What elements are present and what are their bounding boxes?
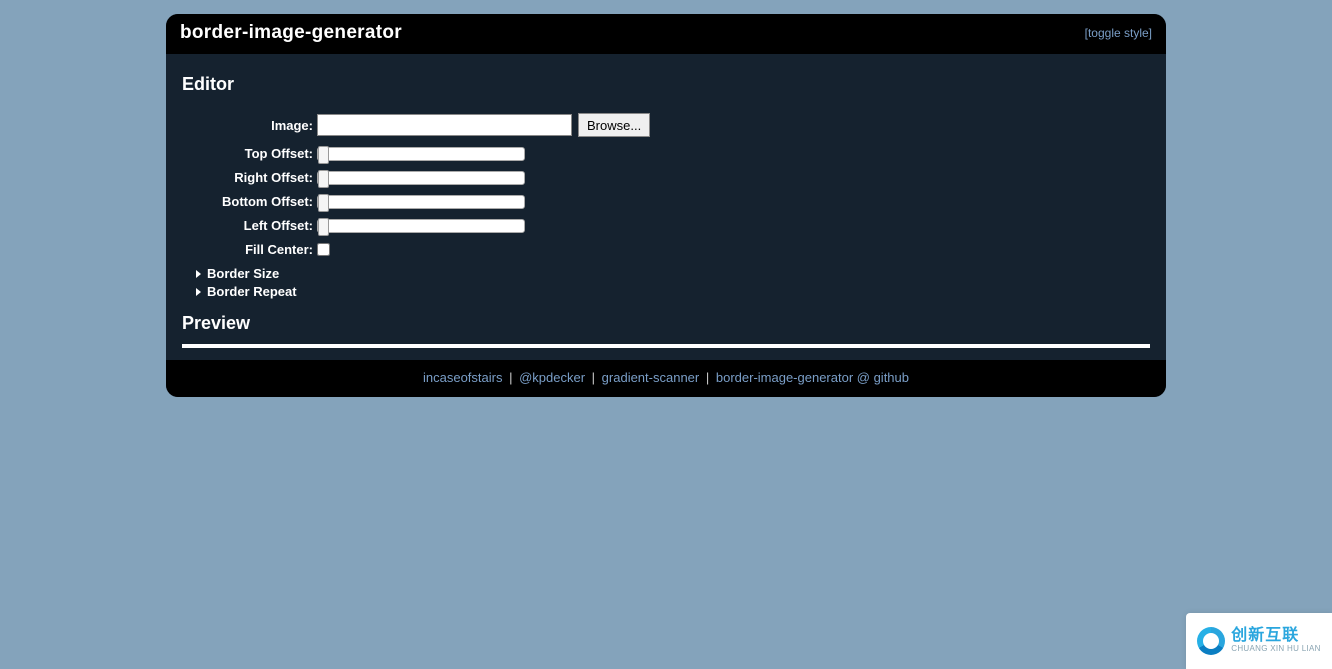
editor-form: Image: Browse... Top Offset: Right Offse…	[182, 113, 1150, 299]
footer-sep: |	[509, 370, 516, 385]
footer-link-incaseofstairs[interactable]: incaseofstairs	[423, 370, 502, 385]
chevron-right-icon	[196, 270, 201, 278]
footer-link-github[interactable]: border-image-generator @ github	[716, 370, 909, 385]
row-right-offset: Right Offset:	[182, 170, 1150, 185]
fill-center-checkbox[interactable]	[317, 243, 330, 256]
browse-button[interactable]: Browse...	[578, 113, 650, 137]
watermark-text: 创新互联 CHUANG XIN HU LIAN	[1231, 628, 1320, 653]
slider-thumb-icon[interactable]	[318, 218, 329, 236]
slider-left-offset[interactable]	[317, 219, 525, 233]
preview-divider	[182, 344, 1150, 348]
slider-right-offset[interactable]	[317, 171, 525, 185]
label-left-offset: Left Offset:	[182, 218, 317, 233]
slider-bottom-offset[interactable]	[317, 195, 525, 209]
row-fill-center: Fill Center:	[182, 242, 1150, 257]
row-image: Image: Browse...	[182, 113, 1150, 137]
slider-thumb-icon[interactable]	[318, 146, 329, 164]
label-image: Image:	[182, 118, 317, 133]
label-fill-center: Fill Center:	[182, 242, 317, 257]
slider-thumb-icon[interactable]	[318, 170, 329, 188]
watermark-badge: 创新互联 CHUANG XIN HU LIAN	[1186, 613, 1332, 669]
row-top-offset: Top Offset:	[182, 146, 1150, 161]
preview-heading: Preview	[182, 313, 1150, 334]
footer-sep: |	[706, 370, 713, 385]
chevron-right-icon	[196, 288, 201, 296]
app-title: border-image-generator	[180, 22, 402, 44]
watermark-logo-icon	[1197, 627, 1225, 655]
slider-top-offset[interactable]	[317, 147, 525, 161]
label-right-offset: Right Offset:	[182, 170, 317, 185]
watermark-cn: 创新互联	[1231, 628, 1320, 645]
header-bar: border-image-generator [toggle style]	[166, 14, 1166, 54]
footer-sep: |	[592, 370, 599, 385]
footer-link-gradient-scanner[interactable]: gradient-scanner	[602, 370, 700, 385]
label-bottom-offset: Bottom Offset:	[182, 194, 317, 209]
collapsible-border-size[interactable]: Border Size	[196, 266, 1150, 281]
footer-link-kpdecker[interactable]: @kpdecker	[519, 370, 585, 385]
collapsible-label: Border Size	[207, 266, 279, 281]
collapsible-border-repeat[interactable]: Border Repeat	[196, 284, 1150, 299]
toggle-style-link[interactable]: [toggle style]	[1085, 26, 1152, 40]
collapsible-label: Border Repeat	[207, 284, 297, 299]
row-bottom-offset: Bottom Offset:	[182, 194, 1150, 209]
image-input[interactable]	[317, 114, 572, 136]
watermark-en: CHUANG XIN HU LIAN	[1231, 645, 1320, 653]
footer-bar: incaseofstairs | @kpdecker | gradient-sc…	[166, 360, 1166, 397]
editor-heading: Editor	[182, 74, 1150, 95]
slider-thumb-icon[interactable]	[318, 194, 329, 212]
app-window: border-image-generator [toggle style] Ed…	[166, 14, 1166, 397]
label-top-offset: Top Offset:	[182, 146, 317, 161]
row-left-offset: Left Offset:	[182, 218, 1150, 233]
content-area: Editor Image: Browse... Top Offset: Righ…	[166, 54, 1166, 348]
